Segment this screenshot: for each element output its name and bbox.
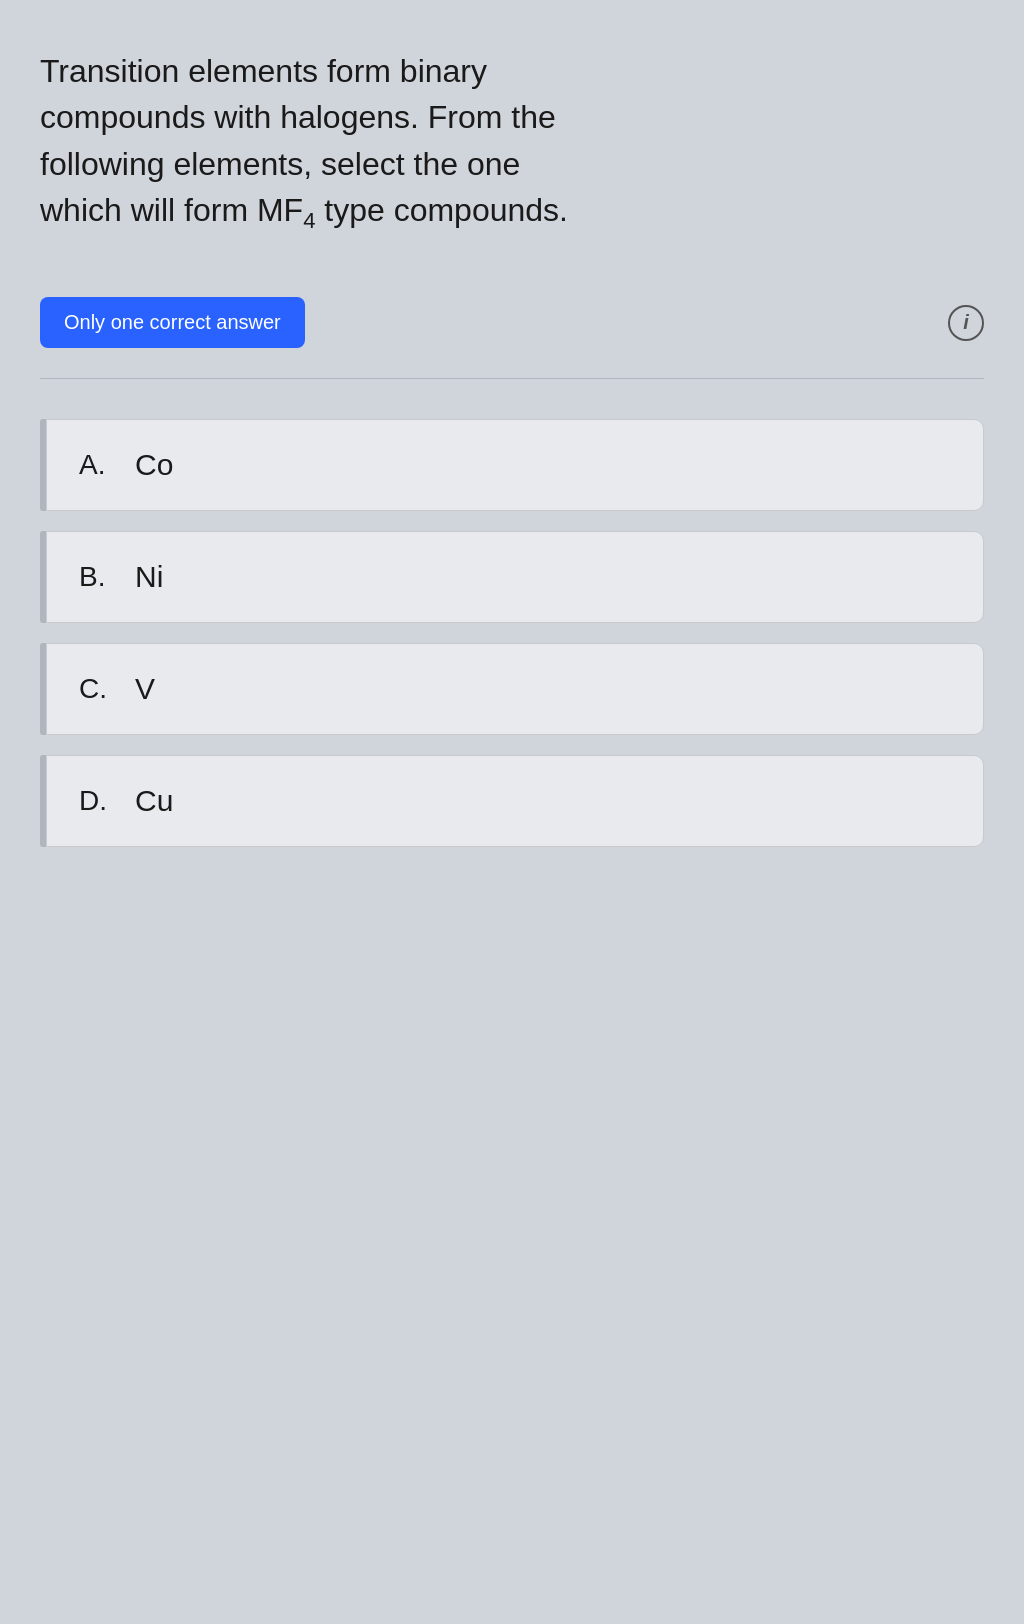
option-box-a[interactable]: A. Co	[46, 419, 984, 511]
question-text: Transition elements form binary compound…	[40, 48, 984, 237]
option-item-c[interactable]: C. V	[40, 643, 984, 735]
option-value-d: Cu	[135, 784, 173, 818]
option-item-d[interactable]: D. Cu	[40, 755, 984, 847]
option-value-a: Co	[135, 448, 173, 482]
option-item-a[interactable]: A. Co	[40, 419, 984, 511]
option-box-b[interactable]: B. Ni	[46, 531, 984, 623]
badge-row: Only one correct answer i	[40, 297, 984, 348]
info-icon[interactable]: i	[948, 305, 984, 341]
option-label-c: C.	[79, 673, 111, 705]
option-box-c[interactable]: C. V	[46, 643, 984, 735]
only-one-correct-badge: Only one correct answer	[40, 297, 305, 348]
option-label-d: D.	[79, 785, 111, 817]
option-value-b: Ni	[135, 560, 163, 594]
divider	[40, 378, 984, 379]
options-list: A. Co B. Ni C. V D. Cu	[40, 419, 984, 847]
option-label-a: A.	[79, 449, 111, 481]
option-label-b: B.	[79, 561, 111, 593]
option-item-b[interactable]: B. Ni	[40, 531, 984, 623]
option-box-d[interactable]: D. Cu	[46, 755, 984, 847]
option-value-c: V	[135, 672, 155, 706]
